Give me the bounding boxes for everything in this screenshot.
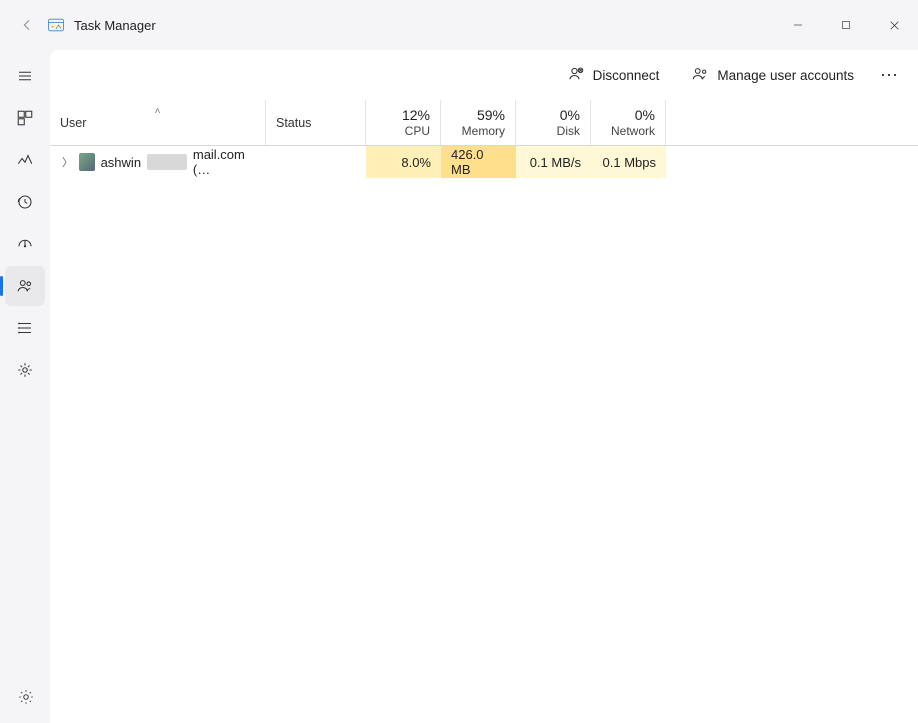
content-pane: Disconnect Manage user accounts ⋯ ˄ User… [50,50,918,723]
nav-users[interactable] [5,266,45,306]
sidebar [0,50,50,723]
nav-app-history[interactable] [5,182,45,222]
cell-cpu: 8.0% [366,146,441,178]
settings-button[interactable] [12,683,40,711]
col-memory-label: Memory [462,124,505,138]
table-row[interactable]: 〉 ashwin mail.com (… 8.0% 426.0 MB 0.1 M… [50,146,918,178]
window-controls [774,0,918,50]
cell-status [266,146,366,178]
user-avatar [79,153,95,171]
table-header-row: ˄ User Status 12% CPU 59% Memory 0% Disk [50,100,918,146]
page-toolbar: Disconnect Manage user accounts ⋯ [50,50,918,100]
nav-processes[interactable] [5,98,45,138]
window-title: Task Manager [74,18,156,33]
col-cpu-label: CPU [405,124,430,138]
col-cpu-value: 12% [402,107,430,123]
nav-hamburger[interactable] [5,56,45,96]
col-header-disk[interactable]: 0% Disk [516,100,591,145]
more-options-button[interactable]: ⋯ [876,59,904,92]
nav-services[interactable] [5,350,45,390]
disconnect-label: Disconnect [593,68,660,83]
col-disk-value: 0% [560,107,580,123]
manage-accounts-icon [691,65,709,86]
col-disk-label: Disk [557,124,580,138]
user-name-prefix: ashwin [101,155,141,170]
app-icon [46,15,66,35]
col-header-network[interactable]: 0% Network [591,100,666,145]
col-network-value: 0% [635,107,655,123]
cell-user[interactable]: 〉 ashwin mail.com (… [50,146,266,178]
sort-indicator-icon: ˄ [155,106,161,117]
col-header-cpu[interactable]: 12% CPU [366,100,441,145]
cell-memory: 426.0 MB [441,146,516,178]
col-user-label: User [60,116,255,130]
expand-chevron-icon[interactable]: 〉 [62,154,73,170]
col-network-label: Network [611,124,655,138]
col-memory-value: 59% [477,107,505,123]
back-button[interactable] [12,10,42,40]
disconnect-button[interactable]: Disconnect [557,59,670,92]
col-header-memory[interactable]: 59% Memory [441,100,516,145]
col-header-status[interactable]: Status [266,100,366,145]
cell-network: 0.1 Mbps [591,146,666,178]
nav-startup[interactable] [5,224,45,264]
disconnect-icon [567,65,585,86]
manage-accounts-label: Manage user accounts [717,68,854,83]
redacted-segment [147,154,187,170]
nav-performance[interactable] [5,140,45,180]
nav-details[interactable] [5,308,45,348]
title-bar: Task Manager [0,0,918,50]
manage-accounts-button[interactable]: Manage user accounts [681,59,864,92]
user-name-suffix: mail.com (… [193,147,256,177]
maximize-button[interactable] [822,0,870,50]
close-button[interactable] [870,0,918,50]
minimize-button[interactable] [774,0,822,50]
col-status-label: Status [276,116,355,130]
cell-disk: 0.1 MB/s [516,146,591,178]
col-header-user[interactable]: ˄ User [50,100,266,145]
users-table: ˄ User Status 12% CPU 59% Memory 0% Disk [50,100,918,178]
